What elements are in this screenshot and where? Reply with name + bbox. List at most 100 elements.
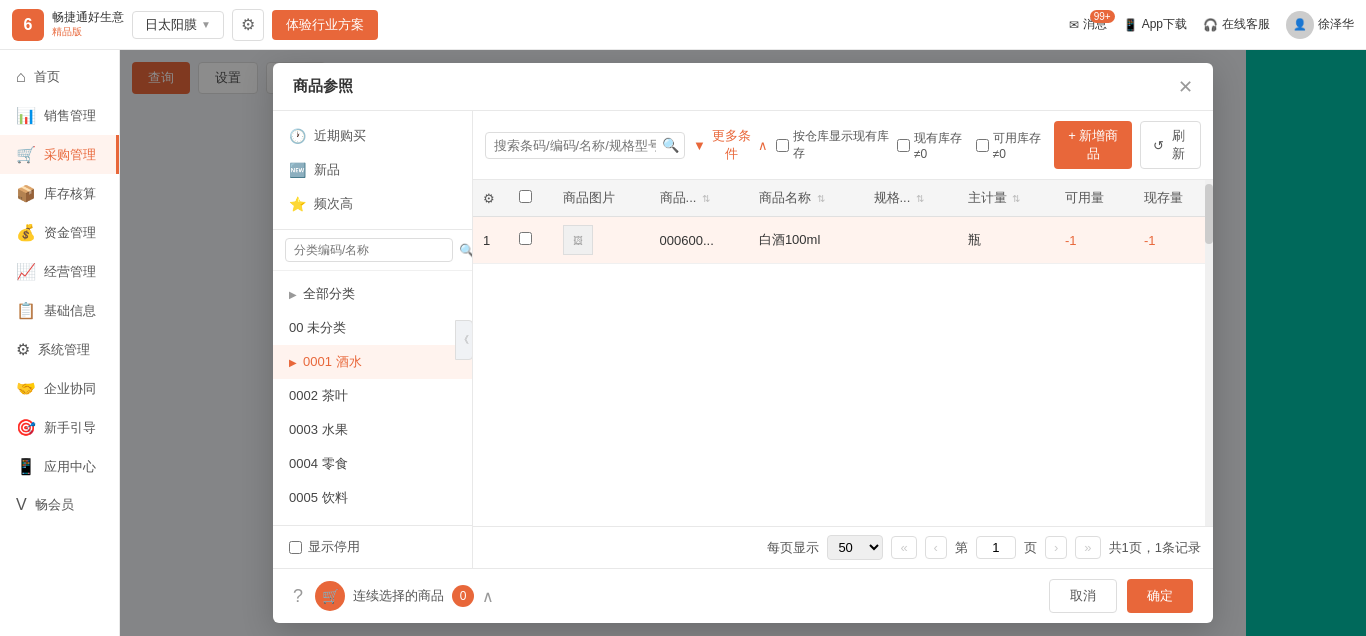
search-wrap: 🔍 bbox=[485, 132, 685, 159]
sidebar-item-inventory[interactable]: 📦 库存核算 bbox=[0, 174, 119, 213]
close-icon[interactable]: ✕ bbox=[1178, 78, 1193, 96]
app-download-item[interactable]: 📱 App下载 bbox=[1123, 16, 1187, 33]
cat-drink[interactable]: 0005 饮料 bbox=[273, 481, 472, 515]
th-name[interactable]: 商品名称 ⇅ bbox=[749, 180, 864, 217]
quick-item-recent[interactable]: 🕐 近期购买 bbox=[273, 119, 472, 153]
avatar: 👤 bbox=[1286, 11, 1314, 39]
headset-icon: 🎧 bbox=[1203, 18, 1218, 32]
vertical-scrollbar[interactable] bbox=[1205, 180, 1213, 526]
sidebar-item-member[interactable]: V 畅会员 bbox=[0, 486, 119, 524]
chevron-up-icon: ∧ bbox=[758, 138, 768, 153]
category-search-icon[interactable]: 🔍 bbox=[459, 243, 473, 258]
home-icon: ⌂ bbox=[16, 68, 26, 86]
table-toolbar: 🔍 ▼ 更多条件 ∧ 按仓库显示现有库存 bbox=[473, 111, 1213, 180]
branch-selector[interactable]: 日太阳膜 ▼ bbox=[132, 11, 224, 39]
modal-title: 商品参照 bbox=[293, 77, 353, 96]
per-page-select[interactable]: 50 10 20 100 bbox=[827, 535, 883, 560]
by-warehouse-checkbox[interactable] bbox=[776, 139, 789, 152]
cat-all[interactable]: ▶ 全部分类 bbox=[273, 277, 472, 311]
refresh-button[interactable]: ↺ 刷新 bbox=[1140, 121, 1201, 169]
apps-icon: 📱 bbox=[16, 457, 36, 476]
cat-fruit[interactable]: 0003 水果 bbox=[273, 413, 472, 447]
scrollbar-thumb[interactable] bbox=[1205, 184, 1213, 244]
sort-icon: ⇅ bbox=[702, 193, 710, 204]
modal-body: 🕐 近期购买 🆕 新品 ⭐ 频次高 bbox=[273, 111, 1213, 568]
checkbox-by-warehouse[interactable]: 按仓库显示现有库存 bbox=[776, 128, 889, 162]
show-disabled-row: 显示停用 bbox=[273, 525, 472, 568]
user-item[interactable]: 👤 徐泽华 bbox=[1286, 11, 1354, 39]
th-spec[interactable]: 规格... ⇅ bbox=[864, 180, 958, 217]
th-code[interactable]: 商品... ⇅ bbox=[650, 180, 749, 217]
th-unit[interactable]: 主计量 ⇅ bbox=[958, 180, 1055, 217]
filter-icon: ▼ bbox=[693, 138, 706, 153]
first-page-button[interactable]: « bbox=[891, 536, 916, 559]
sidebar-item-home[interactable]: ⌂ 首页 bbox=[0, 58, 119, 96]
sidebar-item-finance[interactable]: 💰 资金管理 bbox=[0, 213, 119, 252]
filter-button[interactable]: ▼ 更多条件 ∧ bbox=[693, 127, 768, 163]
cancel-button[interactable]: 取消 bbox=[1049, 579, 1117, 613]
prev-page-button[interactable]: ‹ bbox=[925, 536, 947, 559]
show-disabled-checkbox[interactable] bbox=[289, 541, 302, 554]
guide-icon: 🎯 bbox=[16, 418, 36, 437]
inventory-icon: 📦 bbox=[16, 184, 36, 203]
cat-liquor[interactable]: ▶ 0001 酒水 bbox=[273, 345, 472, 379]
checkbox-nonzero-stock[interactable]: 现有库存≠0 bbox=[897, 130, 968, 161]
cart-area: 🛒 连续选择的商品 0 ∧ bbox=[315, 581, 494, 611]
settings-icon[interactable]: ⚙ bbox=[232, 9, 264, 41]
sidebar-item-apps[interactable]: 📱 应用中心 bbox=[0, 447, 119, 486]
bottom-actions: 取消 确定 bbox=[1049, 579, 1193, 613]
message-item[interactable]: ✉ 消息 99+ bbox=[1069, 16, 1107, 33]
sidebar-item-guide[interactable]: 🎯 新手引导 bbox=[0, 408, 119, 447]
arrow-icon: ▶ bbox=[289, 289, 297, 300]
product-table: ⚙ 商品图片 商品... ⇅ bbox=[473, 180, 1213, 264]
add-product-button[interactable]: + 新增商品 bbox=[1054, 121, 1132, 169]
sidebar-item-purchase[interactable]: 🛒 采购管理 bbox=[0, 135, 119, 174]
select-all-checkbox[interactable] bbox=[519, 190, 532, 203]
collapse-arrow-icon[interactable]: ∧ bbox=[482, 587, 494, 606]
nonzero-stock-checkbox[interactable] bbox=[897, 139, 910, 152]
row-checkbox[interactable] bbox=[519, 232, 532, 245]
collapse-panel-button[interactable]: 《 bbox=[455, 320, 473, 360]
nonzero-available-checkbox[interactable] bbox=[976, 139, 989, 152]
trial-button[interactable]: 体验行业方案 bbox=[272, 10, 378, 40]
cat-snack[interactable]: 0004 零食 bbox=[273, 447, 472, 481]
help-icon[interactable]: ? bbox=[293, 586, 303, 607]
next-page-button[interactable]: › bbox=[1045, 536, 1067, 559]
sort-icon-name: ⇅ bbox=[817, 193, 825, 204]
purchase-icon: 🛒 bbox=[16, 145, 36, 164]
sidebar-item-sales[interactable]: 📊 销售管理 bbox=[0, 96, 119, 135]
sidebar-item-basic-info[interactable]: 📋 基础信息 bbox=[0, 291, 119, 330]
app-badge: 精品版 bbox=[52, 25, 124, 39]
online-service-item[interactable]: 🎧 在线客服 bbox=[1203, 16, 1270, 33]
finance-icon: 💰 bbox=[16, 223, 36, 242]
product-reference-modal: 商品参照 ✕ 🕐 近期购买 🆕 bbox=[273, 63, 1213, 623]
content-area: 查询 设置 刷新 商品参照 ✕ bbox=[120, 50, 1366, 636]
app-name: 畅捷通好生意 bbox=[52, 10, 124, 26]
last-page-button[interactable]: » bbox=[1075, 536, 1100, 559]
sidebar-item-system[interactable]: ⚙ 系统管理 bbox=[0, 330, 119, 369]
checkbox-nonzero-available[interactable]: 可用库存≠0 bbox=[976, 130, 1047, 161]
th-settings[interactable]: ⚙ bbox=[473, 180, 509, 217]
confirm-button[interactable]: 确定 bbox=[1127, 579, 1193, 613]
td-name: 白酒100ml bbox=[749, 217, 864, 264]
star-icon: ⭐ bbox=[289, 196, 306, 212]
category-list: ▶ 全部分类 00 未分类 ▶ 0001 酒水 0002 茶 bbox=[273, 271, 472, 525]
td-unit: 瓶 bbox=[958, 217, 1055, 264]
td-checkbox[interactable] bbox=[509, 217, 553, 264]
category-search-input[interactable] bbox=[285, 238, 453, 262]
sidebar-item-enterprise[interactable]: 🤝 企业协同 bbox=[0, 369, 119, 408]
recent-icon: 🕐 bbox=[289, 128, 306, 144]
pagination-row: 每页显示 50 10 20 100 « ‹ 第 页 bbox=[473, 526, 1213, 568]
enterprise-icon: 🤝 bbox=[16, 379, 36, 398]
product-search-input[interactable] bbox=[485, 132, 685, 159]
table-row[interactable]: 1 🖼 000600... 白酒100ml 瓶 bbox=[473, 217, 1213, 264]
cat-water[interactable]: 0008 水 bbox=[273, 515, 472, 525]
quick-item-new[interactable]: 🆕 新品 bbox=[273, 153, 472, 187]
page-number-input[interactable] bbox=[976, 536, 1016, 559]
quick-item-frequent[interactable]: ⭐ 频次高 bbox=[273, 187, 472, 221]
sales-icon: 📊 bbox=[16, 106, 36, 125]
cat-uncategorized[interactable]: 00 未分类 bbox=[273, 311, 472, 345]
cat-tea[interactable]: 0002 茶叶 bbox=[273, 379, 472, 413]
search-icon[interactable]: 🔍 bbox=[662, 137, 679, 153]
sidebar-item-business[interactable]: 📈 经营管理 bbox=[0, 252, 119, 291]
